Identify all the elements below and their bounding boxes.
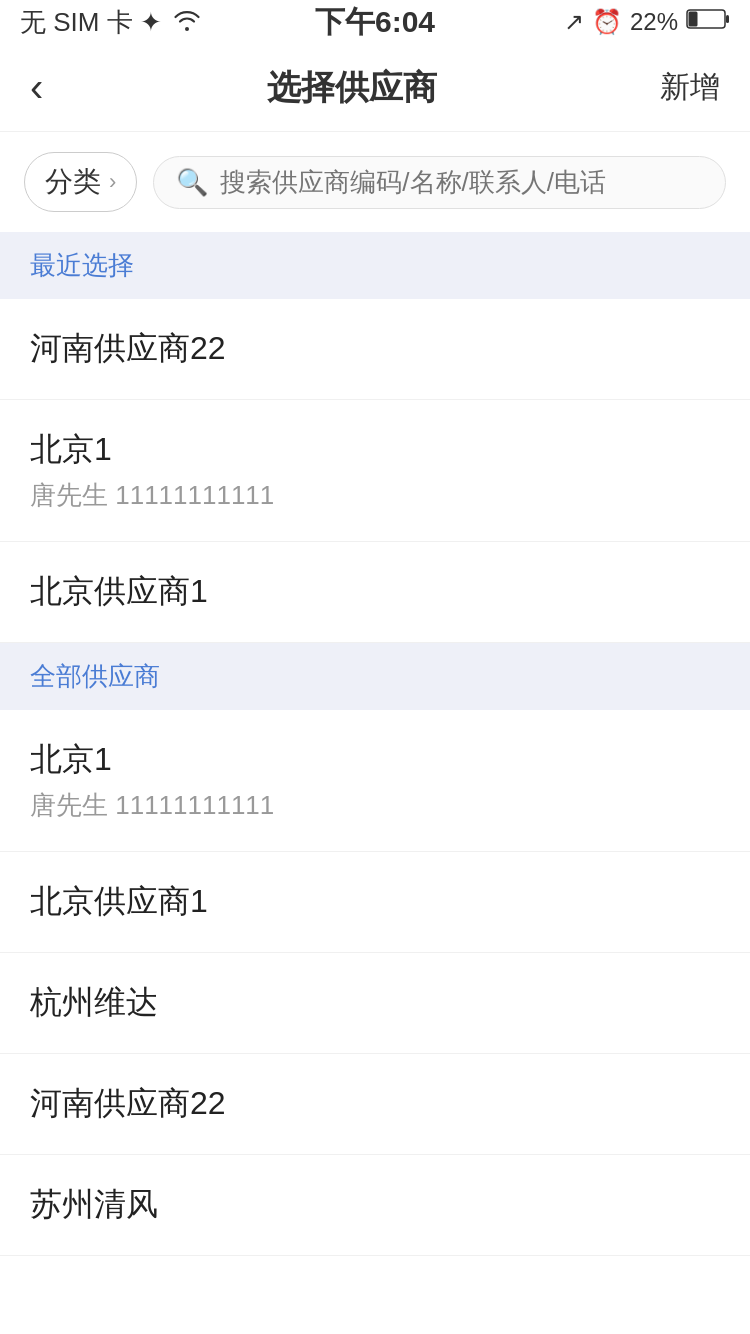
category-button[interactable]: 分类 › [24, 152, 137, 212]
svg-rect-2 [726, 15, 729, 23]
list-item[interactable]: 苏州清风 [0, 1155, 750, 1256]
no-sim-label: 无 SIM 卡 ✦ [20, 5, 162, 40]
search-input[interactable] [220, 167, 703, 198]
supplier-name: 河南供应商22 [30, 1082, 720, 1126]
add-button[interactable]: 新增 [660, 67, 720, 108]
status-right: ↗ ⏰ 22% [564, 8, 730, 36]
filter-bar: 分类 › 🔍 [0, 132, 750, 232]
location-icon: ↗ [564, 8, 584, 36]
supplier-list: 最近选择河南供应商22 北京1 唐先生 11111111111 北京供应商1 全部供应商… [0, 232, 750, 1256]
supplier-name: 苏州清风 [30, 1183, 720, 1227]
supplier-name: 北京1 [30, 738, 720, 782]
page-title: 选择供应商 [267, 65, 437, 111]
section-header-all: 全部供应商 [0, 643, 750, 710]
supplier-sub: 唐先生 11111111111 [30, 788, 720, 823]
battery-icon [686, 8, 730, 36]
supplier-sub: 唐先生 11111111111 [30, 478, 720, 513]
status-left: 无 SIM 卡 ✦ [20, 5, 202, 40]
back-button[interactable]: ‹ [30, 65, 43, 110]
section-header-recent: 最近选择 [0, 232, 750, 299]
battery-label: 22% [630, 8, 678, 36]
list-item[interactable]: 河南供应商22 [0, 1054, 750, 1155]
status-bar: 无 SIM 卡 ✦ 下午6:04 ↗ ⏰ 22% [0, 0, 750, 44]
list-item[interactable]: 北京1 唐先生 11111111111 [0, 710, 750, 852]
category-label: 分类 [45, 163, 101, 201]
wifi-icon [172, 7, 202, 38]
nav-bar: ‹ 选择供应商 新增 [0, 44, 750, 132]
list-item[interactable]: 北京1 唐先生 11111111111 [0, 400, 750, 542]
list-item[interactable]: 北京供应商1 [0, 852, 750, 953]
supplier-name: 北京供应商1 [30, 880, 720, 924]
list-item[interactable]: 河南供应商22 [0, 299, 750, 400]
supplier-name: 河南供应商22 [30, 327, 720, 371]
search-icon: 🔍 [176, 167, 208, 198]
list-item[interactable]: 杭州维达 [0, 953, 750, 1054]
list-item[interactable]: 北京供应商1 [0, 542, 750, 643]
status-time: 下午6:04 [315, 2, 435, 43]
supplier-name: 北京供应商1 [30, 570, 720, 614]
supplier-name: 北京1 [30, 428, 720, 472]
chevron-right-icon: › [109, 169, 116, 195]
search-box[interactable]: 🔍 [153, 156, 726, 209]
alarm-icon: ⏰ [592, 8, 622, 36]
supplier-name: 杭州维达 [30, 981, 720, 1025]
svg-rect-1 [689, 12, 698, 27]
